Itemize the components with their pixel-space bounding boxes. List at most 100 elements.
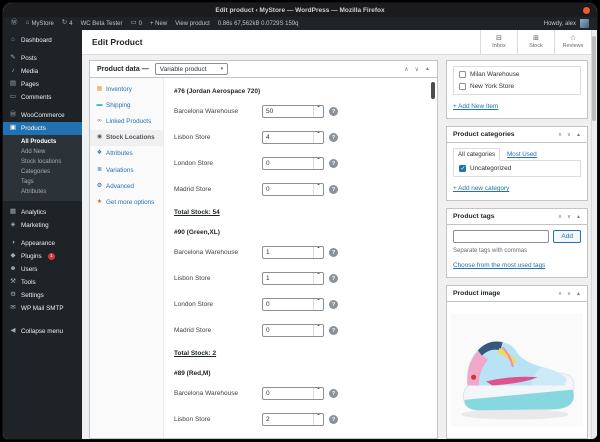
stock-quantity-input[interactable] xyxy=(262,413,324,426)
help-icon[interactable]: ? xyxy=(329,274,338,283)
sidebar-item-dashboard[interactable]: ⌂ Dashboard xyxy=(3,34,82,47)
stock-quantity-input[interactable] xyxy=(262,183,324,196)
checkbox-unchecked[interactable] xyxy=(459,83,466,90)
number-stepper[interactable] xyxy=(313,299,323,310)
tab-linked-products[interactable]: ∞ Linked Products xyxy=(90,113,163,129)
toggle-panel-icon[interactable] xyxy=(425,66,430,72)
most-used-tags-link[interactable]: Choose from the most used tags xyxy=(453,262,545,269)
category-option[interactable]: Uncategorized xyxy=(459,165,575,172)
move-up-icon[interactable] xyxy=(558,214,562,220)
stock-quantity-input[interactable] xyxy=(262,324,324,337)
sidebar-item-appearance[interactable]: ◑ Appearance xyxy=(3,237,82,250)
help-icon[interactable]: ? xyxy=(329,248,338,257)
checkbox-unchecked[interactable] xyxy=(459,71,466,78)
activity-tab-stock[interactable]: ⊞ Stock xyxy=(517,30,554,54)
step-down-icon[interactable] xyxy=(317,138,319,144)
help-icon[interactable]: ? xyxy=(329,107,338,116)
tab-shipping[interactable]: ▬ Shipping xyxy=(90,97,163,113)
stock-quantity-field[interactable] xyxy=(263,106,313,117)
number-stepper[interactable] xyxy=(313,414,323,425)
sidebar-item-posts[interactable]: ✎ Posts xyxy=(3,52,82,65)
step-down-icon[interactable] xyxy=(317,112,319,118)
stock-quantity-field[interactable] xyxy=(263,273,313,284)
stock-quantity-input[interactable] xyxy=(262,298,324,311)
sidebar-item-plugins[interactable]: ◆ Plugins 1 xyxy=(3,250,82,263)
tab-get-more-options[interactable]: ★ Get more options xyxy=(90,195,163,211)
submenu-add-new[interactable]: Add New xyxy=(3,147,82,157)
add-new-category-link[interactable]: + Add new category xyxy=(453,185,509,192)
stock-quantity-field[interactable] xyxy=(263,325,313,336)
help-icon[interactable]: ? xyxy=(329,300,338,309)
sidebar-item-settings[interactable]: ⚙ Settings xyxy=(3,289,82,302)
step-down-icon[interactable] xyxy=(317,420,319,426)
tab-inventory[interactable]: ▦ Inventory xyxy=(90,81,163,97)
stock-quantity-field[interactable] xyxy=(263,299,313,310)
step-down-icon[interactable] xyxy=(317,190,319,196)
updates-menu[interactable]: ↻ 4 xyxy=(62,20,73,27)
number-stepper[interactable] xyxy=(313,273,323,284)
step-down-icon[interactable] xyxy=(317,279,319,285)
help-icon[interactable]: ? xyxy=(329,185,338,194)
sidebar-item-pages[interactable]: ▤ Pages xyxy=(3,78,82,91)
number-stepper[interactable] xyxy=(313,184,323,195)
stock-quantity-input[interactable] xyxy=(262,387,324,400)
sidebar-item-woocommerce[interactable]: Ⓦ WooCommerce xyxy=(3,109,82,122)
stock-quantity-field[interactable] xyxy=(263,158,313,169)
wp-logo-menu[interactable]: Ⓦ xyxy=(11,20,18,27)
move-down-icon[interactable] xyxy=(415,66,419,73)
help-icon[interactable]: ? xyxy=(329,415,338,424)
stock-quantity-input[interactable] xyxy=(262,246,324,259)
move-down-icon[interactable] xyxy=(567,291,571,297)
number-stepper[interactable] xyxy=(313,325,323,336)
step-down-icon[interactable] xyxy=(317,305,319,311)
stock-quantity-input[interactable] xyxy=(262,272,324,285)
sidebar-item-analytics[interactable]: ▦ Analytics xyxy=(3,206,82,219)
product-type-select[interactable]: Variable product xyxy=(154,63,229,75)
help-icon[interactable]: ? xyxy=(329,133,338,142)
toggle-panel-icon[interactable] xyxy=(576,291,581,297)
stock-quantity-field[interactable] xyxy=(263,388,313,399)
stock-quantity-field[interactable] xyxy=(263,414,313,425)
toggle-panel-icon[interactable] xyxy=(576,214,581,220)
tags-input[interactable] xyxy=(453,230,550,243)
step-down-icon[interactable] xyxy=(317,253,319,259)
step-down-icon[interactable] xyxy=(317,331,319,337)
add-new-item-link[interactable]: + Add New Item xyxy=(453,103,498,110)
view-product-link[interactable]: View product xyxy=(175,21,210,27)
step-down-icon[interactable] xyxy=(317,394,319,400)
stock-quantity-input[interactable] xyxy=(262,131,324,144)
number-stepper[interactable] xyxy=(313,388,323,399)
sidebar-item-users[interactable]: ☻ Users xyxy=(3,263,82,276)
number-stepper[interactable] xyxy=(313,106,323,117)
move-down-icon[interactable] xyxy=(567,214,571,220)
activity-tab-inbox[interactable]: ⊟ Inbox xyxy=(480,30,517,54)
location-option[interactable]: New York Store xyxy=(459,83,575,90)
stock-quantity-field[interactable] xyxy=(263,184,313,195)
collapse-menu-button[interactable]: ◀ Collapse menu xyxy=(3,325,82,338)
move-up-icon[interactable] xyxy=(404,66,408,73)
sidebar-item-marketing[interactable]: ◈ Marketing xyxy=(3,219,82,232)
checkbox-checked[interactable] xyxy=(459,165,466,172)
avatar[interactable] xyxy=(580,19,589,28)
wc-beta-tester-menu[interactable]: WC Beta Tester xyxy=(81,21,123,27)
sidebar-item-media[interactable]: ♪ Media xyxy=(3,65,82,78)
sidebar-item-products[interactable]: ▣ Products xyxy=(3,122,82,135)
submenu-attributes[interactable]: Attributes xyxy=(3,187,82,197)
submenu-stock-locations[interactable]: Stock locations xyxy=(3,157,82,167)
categories-panel-header[interactable]: Product categories xyxy=(447,127,587,143)
number-stepper[interactable] xyxy=(313,247,323,258)
submenu-all-products[interactable]: All Products xyxy=(3,137,82,147)
close-button[interactable] xyxy=(583,6,590,14)
stock-quantity-input[interactable] xyxy=(262,157,324,170)
panel-scrollbar-thumb[interactable] xyxy=(431,82,435,99)
sidebar-item-wp-mail-smtp[interactable]: ✉ WP Mail SMTP xyxy=(3,302,82,315)
comments-menu[interactable]: ▭ 0 xyxy=(130,20,142,27)
number-stepper[interactable] xyxy=(313,158,323,169)
move-down-icon[interactable] xyxy=(567,132,571,138)
activity-tab-reviews[interactable]: ☆ Reviews xyxy=(554,30,591,54)
image-panel-header[interactable]: Product image xyxy=(447,286,587,302)
location-option[interactable]: Milan Warehouse xyxy=(459,71,575,78)
tab-all-categories[interactable]: All categories xyxy=(453,148,501,161)
move-up-icon[interactable] xyxy=(558,291,562,297)
howdy-account-menu[interactable]: Howdy, alex xyxy=(544,21,576,27)
